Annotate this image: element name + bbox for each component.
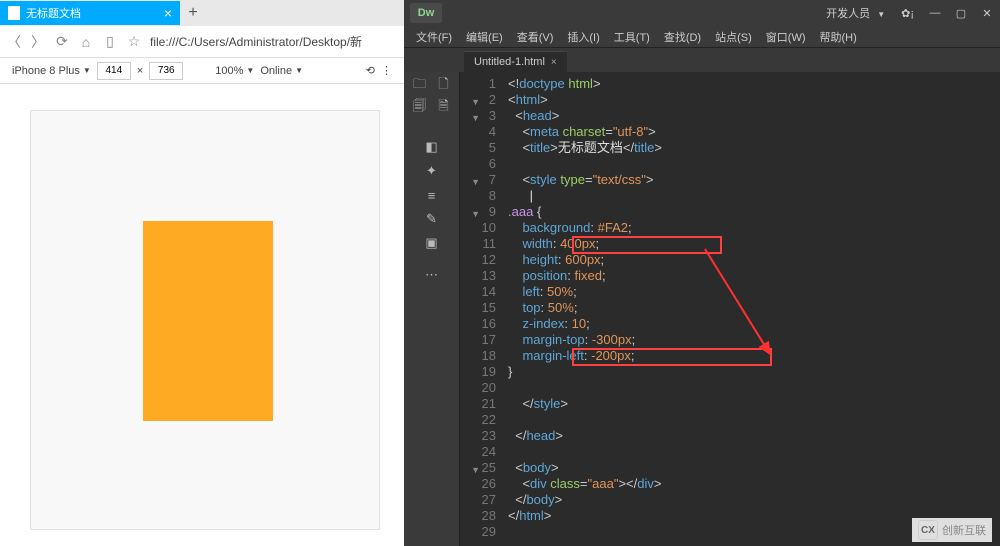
dw-menubar: 文件(F) 编辑(E) 查看(V) 插入(I) 工具(T) 查找(D) 站点(S… — [404, 26, 1000, 48]
menu-site[interactable]: 站点(S) — [709, 27, 758, 47]
menu-file[interactable]: 文件(F) — [410, 27, 458, 47]
new-tab-button[interactable]: + — [180, 0, 206, 26]
zoom-select[interactable]: 100% ▼ — [215, 65, 254, 77]
dw-document-tab[interactable]: Untitled-1.html × — [464, 51, 567, 72]
device-toolbar: iPhone 8 Plus ▼ × 100% ▼ Online ▼ ⟲ ⋮ — [0, 58, 404, 84]
close-icon[interactable]: × — [551, 57, 557, 68]
collapse-icon[interactable]: ▣ — [421, 232, 443, 254]
dw-body: 🗀 🗋 🗐 🗎 ◧ ✦ ≡ ✎ ▣ ⋯ 12▼3▼4567▼89▼1011121… — [404, 72, 1000, 546]
menu-help[interactable]: 帮助(H) — [814, 27, 863, 47]
wand-icon[interactable]: ✦ — [421, 160, 443, 182]
snippets-icon[interactable]: 🗐 — [410, 98, 430, 118]
device-label: iPhone 8 Plus — [12, 65, 80, 77]
width-input[interactable] — [97, 62, 131, 80]
dw-titlebar: Dw 开发人员 ▼ ✿¡ — ▢ ✕ — [404, 0, 1000, 26]
sync-icon[interactable]: ✿¡ — [893, 7, 922, 20]
dimension-separator: × — [137, 65, 143, 77]
reload-icon[interactable]: ⟳ — [54, 34, 70, 50]
maximize-button[interactable]: ▢ — [948, 3, 974, 23]
minimize-button[interactable]: — — [922, 3, 948, 23]
dw-logo-icon: Dw — [410, 3, 442, 23]
menu-tools[interactable]: 工具(T) — [608, 27, 656, 47]
tool-icon[interactable]: ◧ — [421, 136, 443, 158]
dw-tab-label: Untitled-1.html — [474, 56, 545, 68]
chevron-down-icon: ▼ — [295, 66, 303, 75]
menu-insert[interactable]: 插入(I) — [561, 27, 605, 47]
dw-toolbar: 🗀 🗋 🗐 🗎 ◧ ✦ ≡ ✎ ▣ ⋯ — [404, 72, 460, 546]
back-icon[interactable]: 〈 — [6, 34, 22, 50]
close-button[interactable]: ✕ — [974, 3, 1000, 23]
rotate-icon[interactable]: ⟲ — [366, 64, 375, 77]
home-icon[interactable]: ⌂ — [78, 34, 94, 50]
menu-view[interactable]: 查看(V) — [511, 27, 560, 47]
dw-document-tabs: Untitled-1.html × — [404, 48, 1000, 72]
browser-tab-title: 无标题文档 — [26, 5, 81, 21]
chevron-down-icon: ▼ — [246, 66, 254, 75]
browser-tab[interactable]: 无标题文档 × — [0, 1, 180, 25]
watermark-text: 创新互联 — [942, 522, 986, 538]
browser-tab-bar: 无标题文档 × + — [0, 0, 404, 26]
dreamweaver-window: Dw 开发人员 ▼ ✿¡ — ▢ ✕ 文件(F) 编辑(E) 查看(V) 插入(… — [404, 0, 1000, 546]
menu-find[interactable]: 查找(D) — [658, 27, 707, 47]
preview-canvas — [30, 110, 380, 530]
dom-icon[interactable]: 🗎 — [434, 98, 454, 118]
reader-icon[interactable]: ▯ — [102, 34, 118, 50]
more-icon[interactable]: ⋮ — [381, 64, 392, 77]
paint-icon[interactable]: ✎ — [421, 208, 443, 230]
menu-window[interactable]: 窗口(W) — [760, 27, 812, 47]
device-select[interactable]: iPhone 8 Plus ▼ — [12, 65, 91, 77]
network-select[interactable]: Online ▼ — [260, 65, 303, 77]
document-icon — [8, 6, 20, 20]
menu-edit[interactable]: 编辑(E) — [460, 27, 509, 47]
annotation-box-margin-left — [572, 348, 772, 366]
forward-icon[interactable]: 〉 — [30, 34, 46, 50]
files-icon[interactable]: 🗀 — [410, 76, 430, 96]
workspace-label: 开发人员 — [826, 8, 870, 20]
workspace-select[interactable]: 开发人员 ▼ — [818, 5, 893, 21]
browser-panel: 无标题文档 × + 〈 〉 ⟳ ⌂ ▯ ☆ file:///C:/Users/A… — [0, 0, 404, 546]
assets-icon[interactable]: 🗋 — [434, 76, 454, 96]
address-bar: 〈 〉 ⟳ ⌂ ▯ ☆ file:///C:/Users/Administrat… — [0, 26, 404, 58]
zoom-label: 100% — [215, 65, 243, 77]
close-icon[interactable]: × — [164, 5, 172, 21]
annotation-box-width — [572, 236, 722, 254]
line-gutter: 12▼3▼4567▼89▼101112131415161718192021222… — [460, 72, 504, 546]
indent-icon[interactable]: ≡ — [421, 184, 443, 206]
chevron-down-icon: ▼ — [877, 10, 885, 19]
more-icon[interactable]: ⋯ — [421, 264, 443, 286]
watermark-logo-icon: CX — [918, 520, 938, 540]
star-icon[interactable]: ☆ — [126, 34, 142, 50]
code-editor[interactable]: 12▼3▼4567▼89▼101112131415161718192021222… — [460, 72, 1000, 546]
code-content[interactable]: <!doctype html><html> <head> <meta chars… — [504, 72, 1000, 546]
height-input[interactable] — [149, 62, 183, 80]
chevron-down-icon: ▼ — [83, 66, 91, 75]
preview-element-aaa — [143, 221, 273, 421]
url-field[interactable]: file:///C:/Users/Administrator/Desktop/新 — [150, 33, 398, 50]
network-label: Online — [260, 65, 292, 77]
watermark: CX 创新互联 — [912, 518, 992, 542]
